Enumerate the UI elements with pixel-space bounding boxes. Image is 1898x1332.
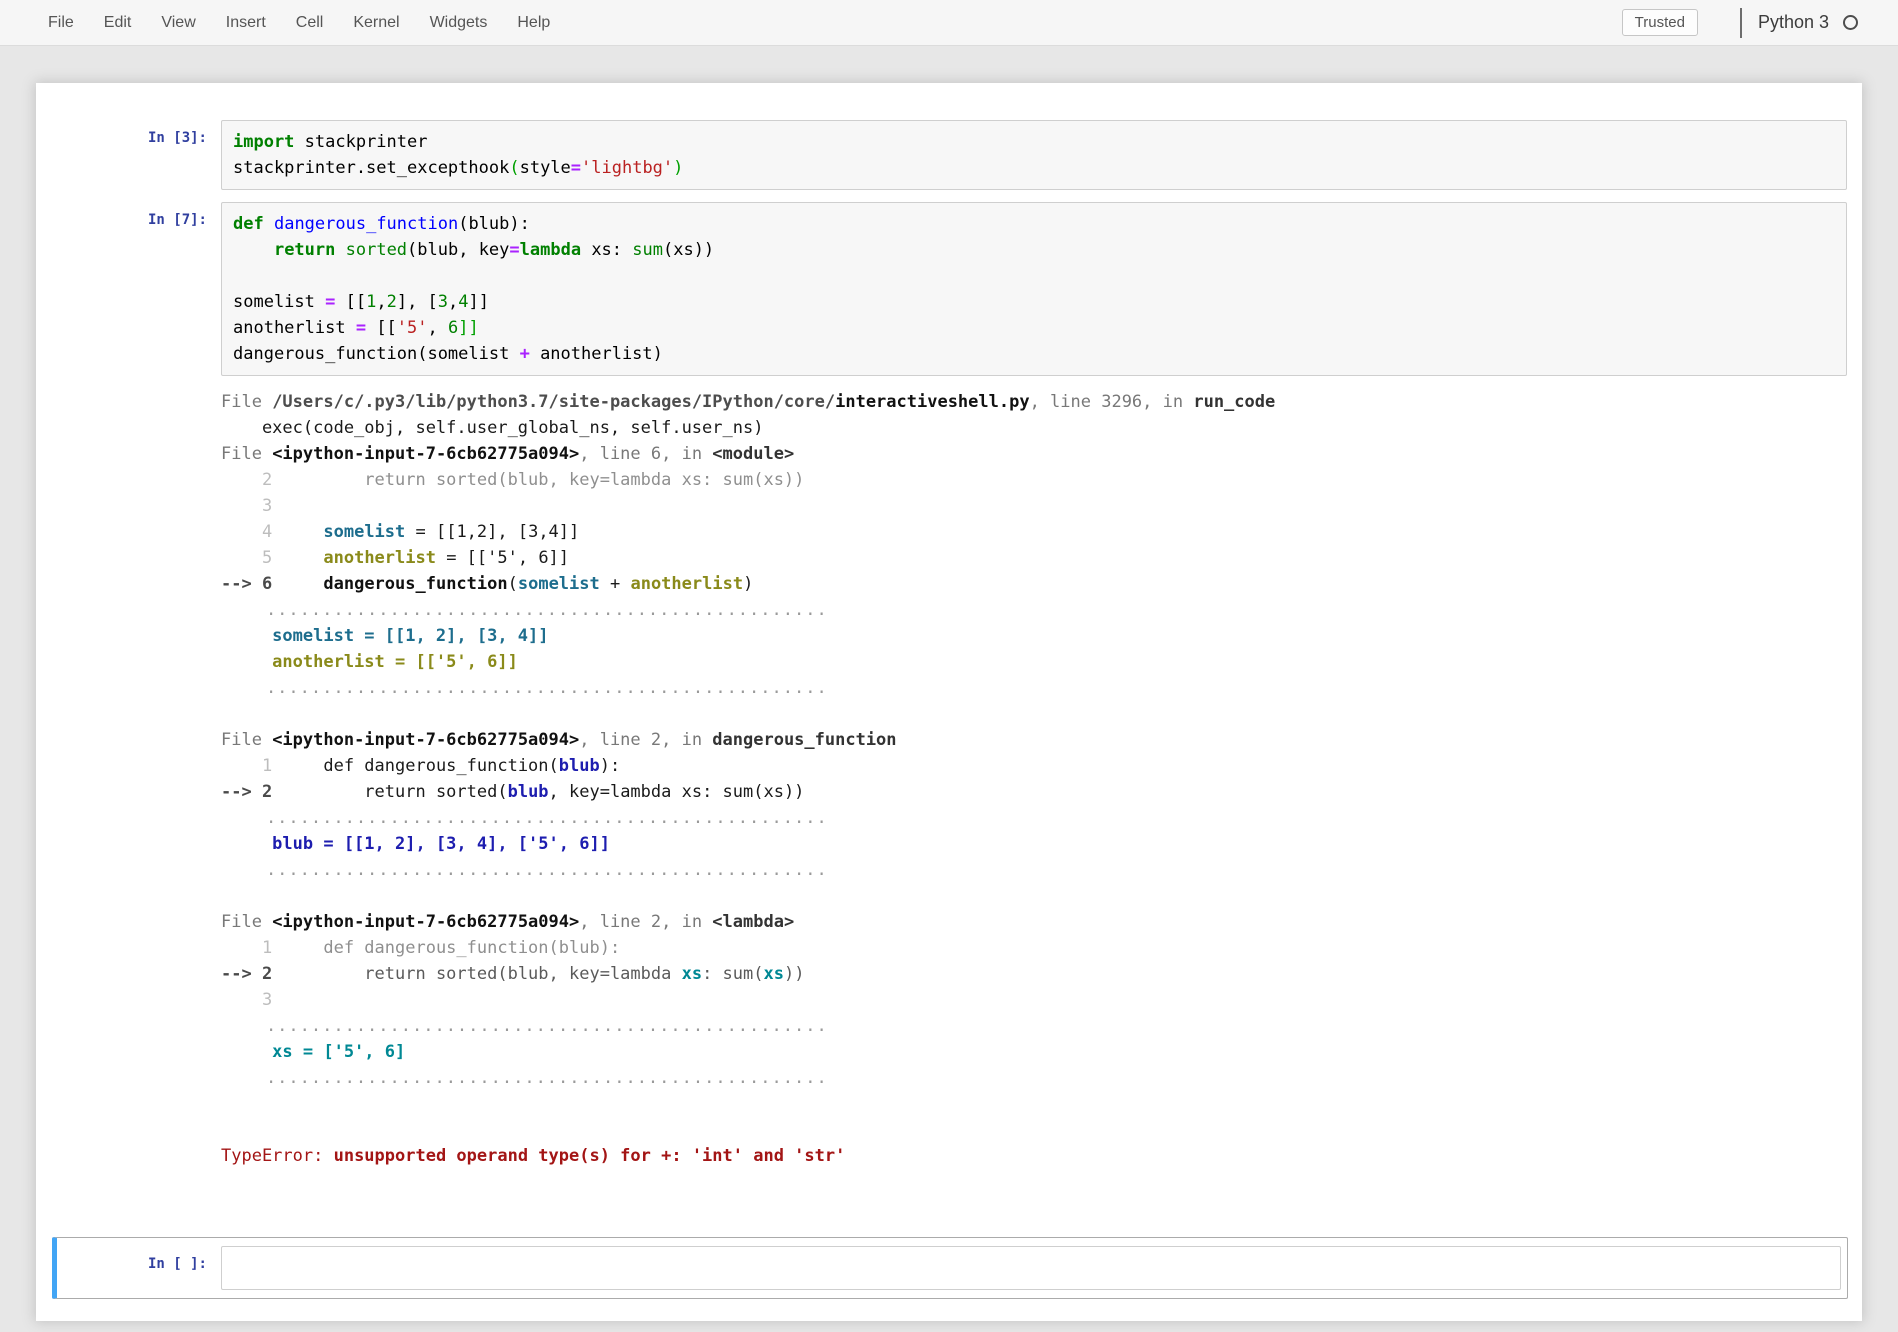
code-cell-3-selected[interactable]: In [ ]:: [52, 1237, 1848, 1299]
menu-insert[interactable]: Insert: [211, 0, 281, 45]
kernel-idle-icon: [1843, 15, 1858, 30]
code-editor-3-empty[interactable]: [221, 1246, 1841, 1290]
menubar-right: Trusted Python 3: [1621, 7, 1858, 38]
menu-help[interactable]: Help: [502, 0, 565, 45]
input-prompt-3: In [ ]:: [147, 1256, 207, 1272]
traceback-output: File /Users/c/.py3/lib/python3.7/site-pa…: [221, 392, 1276, 1166]
code-cell-2: In [7]: def dangerous_function(blub): re…: [52, 196, 1848, 1187]
menu-kernel[interactable]: Kernel: [338, 0, 414, 45]
code-cell-1: In [3]: import stackprinter stackprinter.…: [52, 114, 1848, 196]
code-editor-2[interactable]: def dangerous_function(blub): return sor…: [221, 202, 1847, 376]
menu-file[interactable]: File: [36, 0, 89, 45]
trusted-badge[interactable]: Trusted: [1621, 9, 1698, 36]
menu-edit[interactable]: Edit: [89, 0, 147, 45]
code-editor-1[interactable]: import stackprinter stackprinter.set_exce…: [221, 120, 1847, 190]
input-prompt-1: In [3]:: [147, 130, 207, 146]
notebook: In [3]: import stackprinter stackprinter.…: [36, 83, 1862, 1321]
menu-cell[interactable]: Cell: [281, 0, 339, 45]
input-prompt-2: In [7]:: [147, 212, 207, 228]
menu: File Edit View Insert Cell Kernel Widget…: [36, 0, 565, 45]
kernel-separator: [1739, 7, 1742, 38]
kernel-name: Python 3: [1757, 12, 1829, 32]
menu-view[interactable]: View: [146, 0, 210, 45]
menubar: File Edit View Insert Cell Kernel Widget…: [0, 0, 1898, 46]
menu-widgets[interactable]: Widgets: [415, 0, 503, 45]
